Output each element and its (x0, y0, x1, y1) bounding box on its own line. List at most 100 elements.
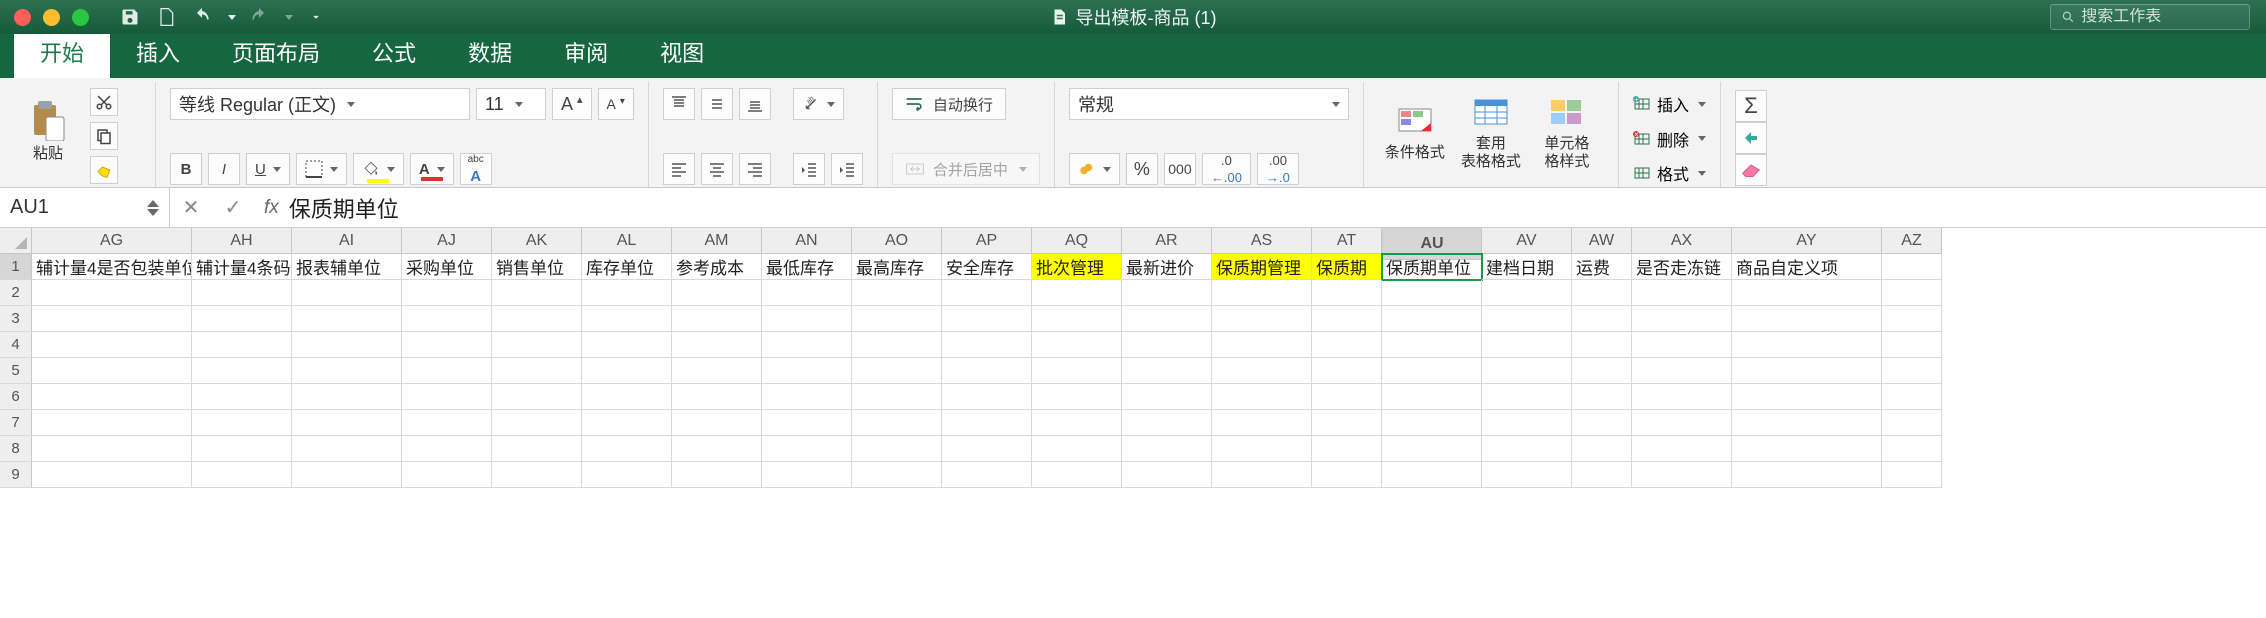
row-header[interactable]: 9 (0, 462, 32, 488)
cell[interactable] (402, 384, 492, 410)
cell[interactable] (1732, 332, 1882, 358)
column-header[interactable]: AV (1482, 228, 1572, 254)
cell[interactable] (852, 436, 942, 462)
cell[interactable] (852, 306, 942, 332)
tab-数据[interactable]: 数据 (442, 28, 538, 78)
insert-cells-button[interactable]: +插入 (1633, 92, 1706, 116)
cell[interactable] (192, 384, 292, 410)
cell[interactable] (1632, 332, 1732, 358)
cell[interactable] (1482, 280, 1572, 306)
cell[interactable] (852, 332, 942, 358)
cell[interactable] (1732, 384, 1882, 410)
cell[interactable]: 辅计量4是否包装单位 (32, 254, 192, 280)
increase-indent-button[interactable] (831, 153, 863, 185)
cell[interactable] (1732, 358, 1882, 384)
cell[interactable] (1212, 306, 1312, 332)
cell[interactable] (762, 436, 852, 462)
row-header[interactable]: 5 (0, 358, 32, 384)
wrap-text-button[interactable]: 自动换行 (892, 88, 1006, 120)
cell[interactable] (1732, 306, 1882, 332)
column-header[interactable]: AQ (1032, 228, 1122, 254)
cell[interactable] (292, 436, 402, 462)
tab-开始[interactable]: 开始 (14, 28, 110, 78)
cell[interactable] (762, 410, 852, 436)
cell[interactable] (672, 410, 762, 436)
cell[interactable] (1212, 462, 1312, 488)
cell[interactable] (492, 410, 582, 436)
fx-icon[interactable]: fx (254, 197, 289, 219)
align-left-button[interactable] (663, 153, 695, 185)
cell[interactable] (1572, 462, 1632, 488)
cell[interactable] (1572, 280, 1632, 306)
enter-formula-button[interactable]: ✓ (212, 188, 254, 227)
save-icon[interactable] (117, 4, 143, 30)
font-name-select[interactable]: 等线 Regular (正文) (170, 88, 470, 120)
cell[interactable] (1572, 358, 1632, 384)
align-middle-button[interactable] (701, 88, 733, 120)
redo-dropdown[interactable] (285, 15, 293, 20)
customize-qat-icon[interactable] (303, 4, 329, 30)
cell[interactable] (942, 436, 1032, 462)
select-all-corner[interactable] (0, 228, 32, 254)
table-format-button[interactable]: 套用 表格格式 (1454, 88, 1528, 176)
cell[interactable] (582, 332, 672, 358)
cell[interactable] (292, 384, 402, 410)
cell[interactable] (762, 384, 852, 410)
merge-center-button[interactable]: 合并后居中 (892, 153, 1040, 185)
column-header[interactable]: AO (852, 228, 942, 254)
cell[interactable] (1382, 462, 1482, 488)
row-header[interactable]: 6 (0, 384, 32, 410)
font-size-select[interactable]: 11 (476, 88, 546, 120)
cell[interactable] (1572, 384, 1632, 410)
border-button[interactable] (296, 153, 347, 185)
cell[interactable]: 最低库存 (762, 254, 852, 280)
cell[interactable]: 保质期管理 (1212, 254, 1312, 280)
phonetic-button[interactable]: abcA (460, 153, 492, 185)
cell[interactable] (1572, 306, 1632, 332)
cell[interactable] (1632, 410, 1732, 436)
cell[interactable] (32, 436, 192, 462)
cell[interactable] (32, 280, 192, 306)
cell[interactable] (292, 332, 402, 358)
row-header[interactable]: 4 (0, 332, 32, 358)
cell[interactable] (852, 280, 942, 306)
cell[interactable] (582, 436, 672, 462)
cell[interactable] (1382, 280, 1482, 306)
cell[interactable] (942, 280, 1032, 306)
fill-button[interactable] (1735, 122, 1767, 154)
cut-button[interactable] (90, 88, 118, 116)
cell[interactable] (192, 306, 292, 332)
cell[interactable] (1632, 436, 1732, 462)
cell[interactable] (852, 410, 942, 436)
cell[interactable] (32, 306, 192, 332)
cell[interactable] (1032, 410, 1122, 436)
tab-页面布局[interactable]: 页面布局 (206, 28, 346, 78)
cell[interactable] (582, 358, 672, 384)
column-header[interactable]: AP (942, 228, 1032, 254)
cell[interactable] (1312, 280, 1382, 306)
conditional-format-button[interactable]: 条件格式 (1378, 88, 1452, 176)
column-header[interactable]: AR (1122, 228, 1212, 254)
cell[interactable] (1032, 436, 1122, 462)
cell[interactable] (1572, 332, 1632, 358)
cell[interactable] (402, 280, 492, 306)
cell[interactable] (582, 462, 672, 488)
column-header[interactable]: AN (762, 228, 852, 254)
minimize-window-button[interactable] (43, 9, 60, 26)
cell[interactable]: 是否走冻链 (1632, 254, 1732, 280)
cell[interactable] (492, 384, 582, 410)
cell[interactable] (292, 306, 402, 332)
cell[interactable] (32, 332, 192, 358)
cell[interactable] (192, 332, 292, 358)
cell[interactable] (1572, 436, 1632, 462)
cell[interactable] (762, 332, 852, 358)
cell[interactable]: 销售单位 (492, 254, 582, 280)
cell[interactable] (492, 358, 582, 384)
tab-审阅[interactable]: 审阅 (538, 28, 634, 78)
column-header[interactable]: AY (1732, 228, 1882, 254)
column-header[interactable]: AW (1572, 228, 1632, 254)
cell[interactable] (1882, 436, 1942, 462)
cell[interactable] (762, 306, 852, 332)
cell[interactable] (1632, 384, 1732, 410)
cell[interactable] (1382, 384, 1482, 410)
